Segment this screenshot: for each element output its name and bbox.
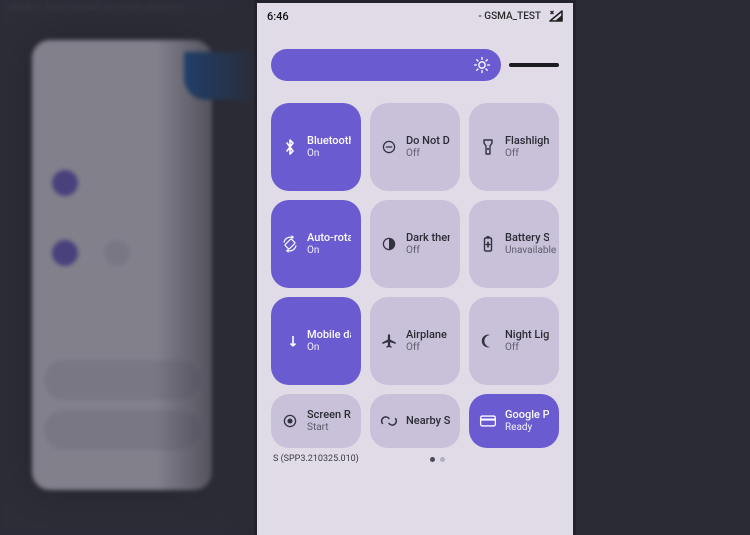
status-bar: 6:46 - GSMA_TEST: [257, 3, 573, 29]
tile-title: Do Not Distu: [406, 134, 450, 147]
build-number: S (SPP3.210325.010): [273, 454, 359, 464]
tile-sub: Start: [307, 422, 351, 434]
signal-icon: [549, 10, 563, 22]
tile-battery[interactable]: Battery Save Unavailable: [469, 200, 559, 288]
screenrecord-icon: [281, 413, 299, 429]
tile-sub: On: [307, 148, 351, 160]
tile-title: Dark theme: [406, 231, 450, 244]
page-dot: [430, 457, 435, 462]
mobiledata-icon: [281, 332, 299, 350]
cropped-text: what it does based on code analysis: [8, 0, 185, 14]
tile-title: Airplane mo: [406, 328, 450, 341]
tile-mobiledata[interactable]: Mobile data On: [271, 297, 361, 385]
tile-title: Auto-rotate: [307, 231, 351, 244]
tile-title: Nearby Shar: [406, 414, 450, 427]
googlepay-icon: [479, 414, 497, 428]
brightness-track[interactable]: [509, 63, 559, 67]
tile-title: Google Pay: [505, 408, 549, 421]
quick-settings-panel: Bluetooth On Do Not Distu Off Flashl: [257, 29, 573, 535]
tile-flashlight[interactable]: Flashlight Off: [469, 103, 559, 191]
airplane-icon: [380, 332, 398, 350]
phone-frame: 6:46 - GSMA_TEST Bluetooth On: [254, 0, 576, 535]
brightness-row: [265, 35, 565, 103]
status-carrier: - GSMA_TEST: [478, 11, 541, 22]
tile-title: Screen Reco: [307, 408, 351, 421]
tile-sub: On: [307, 342, 351, 354]
tile-title: Battery Save: [505, 231, 549, 244]
tile-nightlight[interactable]: Night Light Off: [469, 297, 559, 385]
background-blur: what it does based on code analysis: [0, 0, 260, 535]
tile-title: Flashlight: [505, 134, 549, 147]
tile-darktheme[interactable]: Dark theme Off: [370, 200, 460, 288]
tile-title: Bluetooth: [307, 134, 351, 147]
bluetooth-icon: [281, 138, 299, 156]
flashlight-icon: [479, 138, 497, 156]
tile-sub: Unavailable: [505, 245, 549, 257]
tile-googlepay[interactable]: Google Pay Ready: [469, 394, 559, 448]
tile-title: Night Light: [505, 328, 549, 341]
tile-sub: Off: [406, 245, 450, 257]
tile-title: Mobile data: [307, 328, 351, 341]
background-phone: [32, 40, 212, 490]
tile-airplane[interactable]: Airplane mo Off: [370, 297, 460, 385]
tiles-grid: Bluetooth On Do Not Distu Off Flashl: [265, 103, 565, 448]
status-clock: 6:46: [267, 10, 289, 23]
autorotate-icon: [281, 235, 299, 253]
brightness-icon: [471, 54, 493, 76]
page-indicator[interactable]: [367, 457, 509, 462]
tile-dnd[interactable]: Do Not Distu Off: [370, 103, 460, 191]
tile-sub: Off: [505, 148, 549, 160]
tile-bluetooth[interactable]: Bluetooth On: [271, 103, 361, 191]
tile-screenrecord[interactable]: Screen Reco Start: [271, 394, 361, 448]
tile-sub: Off: [406, 342, 450, 354]
tile-sub: Ready: [505, 422, 549, 434]
brightness-slider[interactable]: [271, 49, 501, 81]
nightlight-icon: [479, 333, 497, 349]
dnd-icon: [380, 139, 398, 155]
tile-nearbyshare[interactable]: Nearby Shar: [370, 394, 460, 448]
tile-sub: Off: [406, 148, 450, 160]
darktheme-icon: [380, 236, 398, 252]
page-dot: [440, 457, 445, 462]
tile-sub: Off: [505, 342, 549, 354]
nearbyshare-icon: [380, 414, 398, 428]
tile-sub: On: [307, 245, 351, 257]
tile-autorotate[interactable]: Auto-rotate On: [271, 200, 361, 288]
battery-icon: [479, 235, 497, 253]
qs-footer: S (SPP3.210325.010): [265, 448, 565, 466]
